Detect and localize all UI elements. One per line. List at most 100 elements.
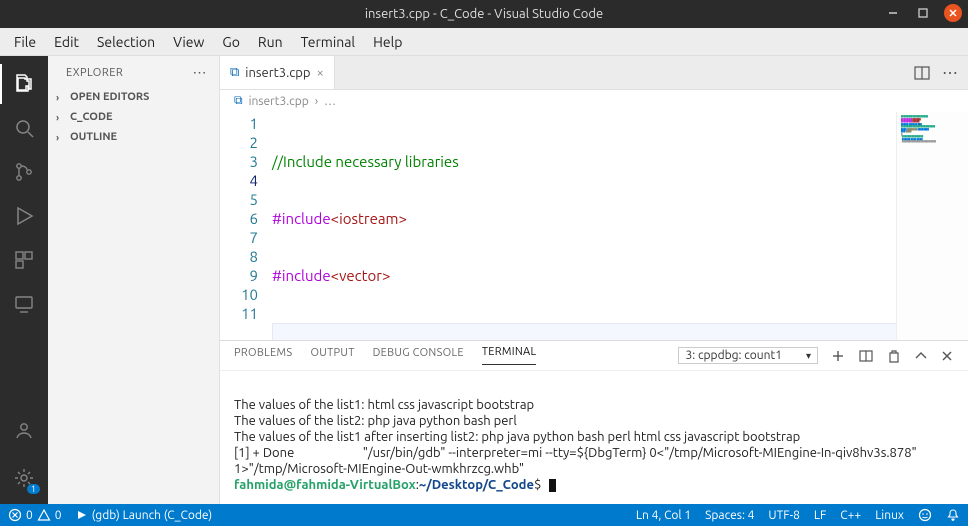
menu-file[interactable]: File [6, 31, 44, 53]
panel-tab-debug-console[interactable]: DEBUG CONSOLE [373, 347, 464, 365]
menu-go[interactable]: Go [214, 31, 247, 53]
prompt-path: ~/Desktop/C_Code [419, 478, 534, 492]
chevron-right-icon: › [56, 92, 66, 103]
maximize-panel-icon[interactable] [914, 349, 928, 363]
titlebar: insert3.cpp - C_Code - Visual Studio Cod… [0, 0, 968, 28]
kill-terminal-icon[interactable] [886, 348, 902, 364]
prompt-user: fahmida@fahmida-VirtualBox [234, 478, 416, 492]
cpp-file-icon: ⧉ [230, 65, 239, 80]
tab-insert3[interactable]: ⧉ insert3.cpp × [220, 56, 335, 89]
panel-tab-output[interactable]: OUTPUT [310, 347, 354, 365]
current-line [272, 323, 968, 340]
explorer-more-icon[interactable]: ⋯ [193, 64, 208, 81]
new-terminal-icon[interactable] [830, 348, 846, 364]
code-editor[interactable]: 1 2 3 4 5 6 7 8 9 10 11 //Include necess… [220, 112, 968, 340]
menu-edit[interactable]: Edit [46, 31, 87, 53]
activity-source-control[interactable] [0, 152, 48, 192]
explorer-title: EXPLORER [66, 67, 123, 79]
prompt-symbol: $ [534, 478, 541, 492]
status-os[interactable]: Linux [875, 509, 904, 522]
line-number: 1 [220, 114, 258, 133]
line-number: 3 [220, 152, 258, 171]
breadcrumbs[interactable]: ⧉ insert3.cpp › … [220, 90, 968, 112]
section-outline[interactable]: › OUTLINE [48, 127, 219, 147]
term-line: The values of the list1 after inserting … [234, 430, 800, 444]
section-label: OUTLINE [70, 131, 117, 143]
terminal-select-value: 3: cppdbg: count1 [685, 349, 781, 362]
line-number: 4 [220, 171, 258, 190]
tab-filename: insert3.cpp [245, 66, 310, 80]
section-label: C_CODE [70, 111, 113, 123]
close-button[interactable] [944, 4, 962, 22]
chevron-right-icon: › [56, 112, 66, 123]
menu-terminal[interactable]: Terminal [293, 31, 364, 53]
terminal-output[interactable]: The values of the list1: html css javasc… [220, 371, 968, 504]
activity-remote[interactable] [0, 284, 48, 324]
close-panel-icon[interactable] [940, 349, 954, 363]
settings-badge: 1 [27, 484, 40, 494]
status-lncol[interactable]: Ln 4, Col 1 [636, 509, 691, 522]
term-line: [1] + Done "/usr/bin/gdb" --interpreter=… [234, 446, 920, 476]
menu-help[interactable]: Help [365, 31, 410, 53]
code-body[interactable]: //Include necessary libraries #include<i… [272, 112, 968, 340]
chevron-down-icon: ▾ [806, 350, 811, 362]
line-number: 10 [220, 285, 258, 304]
activity-run-debug[interactable] [0, 196, 48, 236]
status-spaces[interactable]: Spaces: 4 [705, 509, 754, 522]
line-number: 11 [220, 304, 258, 323]
explorer-header: EXPLORER ⋯ [48, 56, 219, 87]
minimap[interactable]: ███████████████████ ██████████████ █████… [896, 112, 968, 340]
cursor [549, 479, 556, 492]
section-workspace[interactable]: › C_CODE [48, 107, 219, 127]
tab-actions: ⋯ [914, 56, 968, 89]
chevron-right-icon: › [56, 132, 66, 143]
editor-tabs: ⧉ insert3.cpp × ⋯ [220, 56, 968, 90]
section-open-editors[interactable]: › OPEN EDITORS [48, 87, 219, 107]
editor-more-icon[interactable]: ⋯ [942, 63, 958, 82]
activity-search[interactable] [0, 108, 48, 148]
line-number: 8 [220, 247, 258, 266]
menubar: File Edit Selection View Go Run Terminal… [0, 28, 968, 56]
window-title: insert3.cpp - C_Code - Visual Studio Cod… [365, 7, 603, 21]
bottom-panel: PROBLEMS OUTPUT DEBUG CONSOLE TERMINAL 3… [220, 340, 968, 504]
editor-area: ⧉ insert3.cpp × ⋯ ⧉ insert3.cpp › … 1 2 … [220, 56, 968, 504]
line-number: 6 [220, 209, 258, 228]
tab-close-icon[interactable]: × [316, 66, 323, 80]
feedback-icon[interactable] [918, 508, 932, 522]
breadcrumb-sep: › [315, 95, 318, 108]
panel-tab-terminal[interactable]: TERMINAL [482, 346, 537, 365]
split-editor-icon[interactable] [914, 65, 930, 81]
terminal-select[interactable]: 3: cppdbg: count1 ▾ [678, 347, 818, 364]
menu-selection[interactable]: Selection [89, 31, 163, 53]
gutter: 1 2 3 4 5 6 7 8 9 10 11 [220, 112, 272, 340]
status-problems[interactable]: 0 0 [8, 508, 62, 522]
breadcrumb-file: insert3.cpp [249, 95, 309, 108]
menu-run[interactable]: Run [250, 31, 291, 53]
status-encoding[interactable]: UTF-8 [768, 509, 799, 522]
errors-count: 0 [26, 509, 33, 522]
term-line: The values of the list1: html css javasc… [234, 398, 534, 412]
activity-extensions[interactable] [0, 240, 48, 280]
split-terminal-icon[interactable] [858, 348, 874, 364]
cpp-file-icon: ⧉ [234, 94, 243, 108]
activity-accounts[interactable] [0, 410, 48, 450]
menu-view[interactable]: View [165, 31, 212, 53]
activity-settings[interactable]: 1 [0, 458, 48, 498]
panel-tab-problems[interactable]: PROBLEMS [234, 347, 292, 365]
warnings-count: 0 [55, 509, 62, 522]
maximize-button[interactable] [914, 4, 932, 22]
panel-tabs: PROBLEMS OUTPUT DEBUG CONSOLE TERMINAL 3… [220, 341, 968, 371]
line-number: 9 [220, 266, 258, 285]
status-bar: 0 0 (gdb) Launch (C_Code) Ln 4, Col 1 Sp… [0, 504, 968, 526]
window-controls [884, 4, 962, 22]
status-lang[interactable]: C++ [840, 509, 861, 522]
section-label: OPEN EDITORS [70, 91, 149, 103]
activity-explorer[interactable] [0, 64, 48, 104]
status-launch[interactable]: (gdb) Launch (C_Code) [74, 508, 213, 522]
line-number: 2 [220, 133, 258, 152]
minimize-button[interactable] [884, 4, 902, 22]
status-eol[interactable]: LF [814, 509, 826, 522]
term-line: The values of the list2: php java python… [234, 414, 517, 428]
explorer-panel: EXPLORER ⋯ › OPEN EDITORS › C_CODE › OUT… [48, 56, 220, 504]
bell-icon[interactable] [946, 508, 960, 522]
